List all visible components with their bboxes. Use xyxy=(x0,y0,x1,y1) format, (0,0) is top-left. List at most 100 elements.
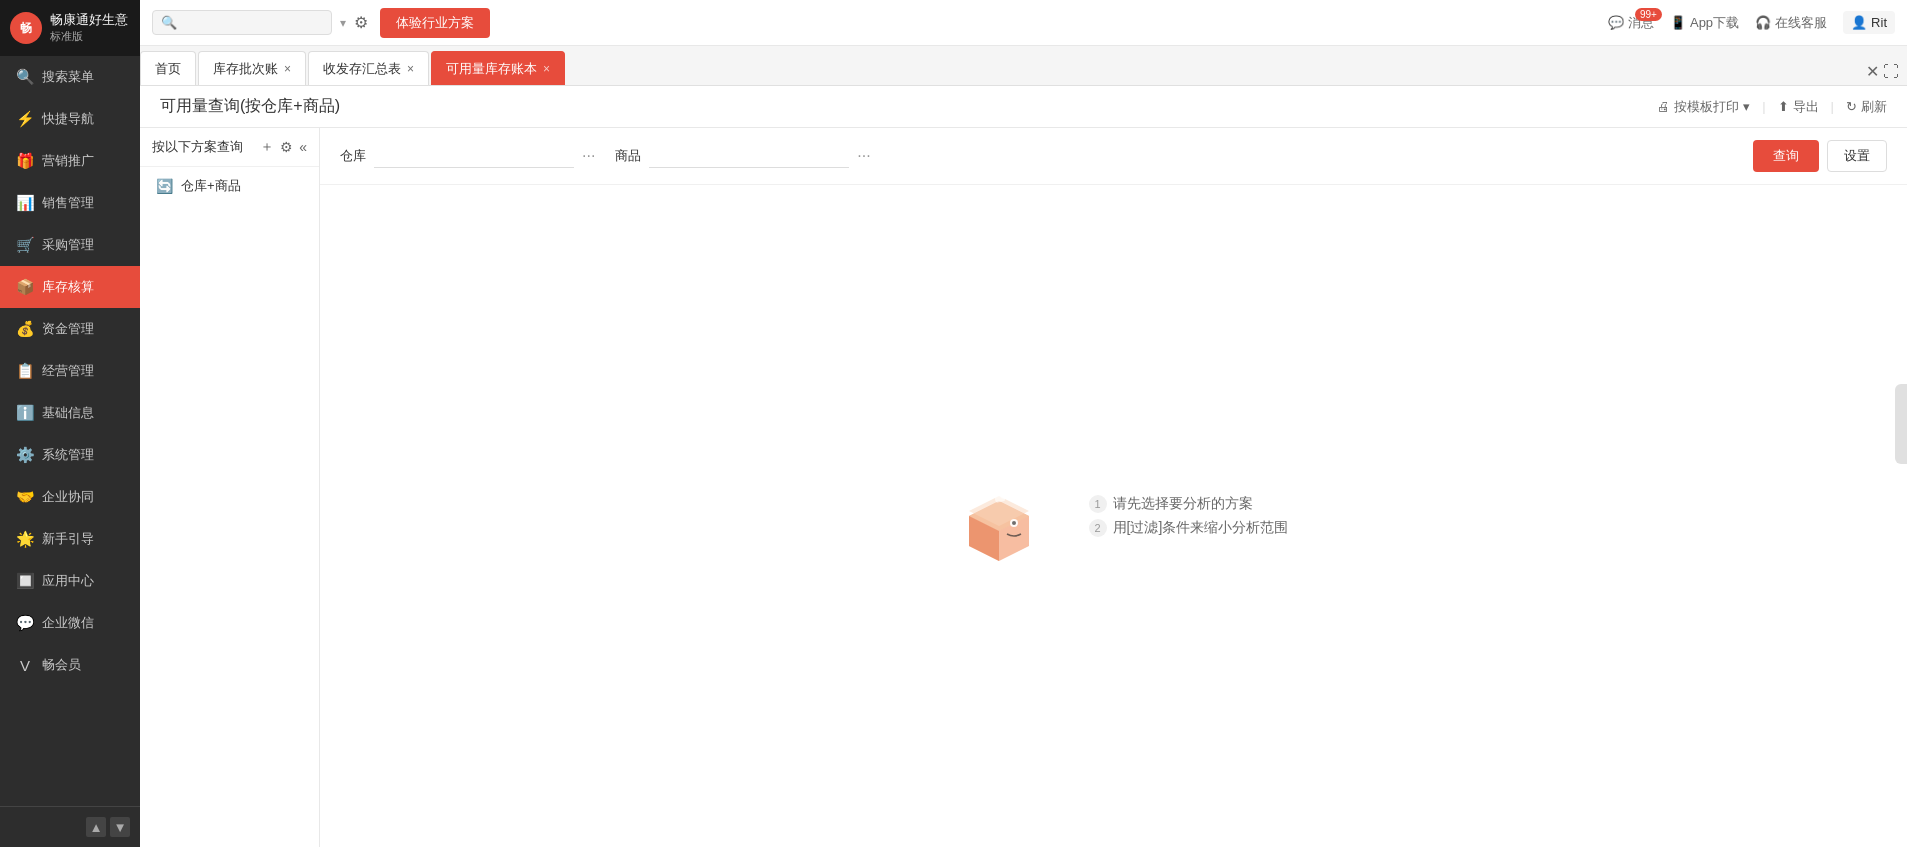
goods-dots[interactable]: ··· xyxy=(857,147,870,165)
sidebar-item-inventory[interactable]: 📦 库存核算 xyxy=(0,266,140,308)
query-button[interactable]: 查询 xyxy=(1753,140,1819,172)
tab-collect-summary[interactable]: 收发存汇总表 × xyxy=(308,51,429,85)
add-scheme-button[interactable]: ＋ xyxy=(260,138,274,156)
topbar-chevron-icon[interactable]: ▾ xyxy=(340,16,346,30)
export-icon: ⬆ xyxy=(1778,99,1789,114)
scheme-label: 按以下方案查询 xyxy=(152,138,243,156)
scheme-item-warehouse-goods[interactable]: 🔄 仓库+商品 xyxy=(140,167,319,205)
warehouse-dots[interactable]: ··· xyxy=(582,147,595,165)
tab-batch-account-close[interactable]: × xyxy=(284,62,291,76)
tab-batch-account-label: 库存批次账 xyxy=(213,60,278,78)
left-panel: 按以下方案查询 ＋ ⚙ « 🔄 仓库+商品 xyxy=(140,128,320,847)
tab-collect-summary-close[interactable]: × xyxy=(407,62,414,76)
tab-batch-account[interactable]: 库存批次账 × xyxy=(198,51,306,85)
finance-icon: 💰 xyxy=(16,320,34,338)
sidebar-item-quick-nav[interactable]: ⚡ 快捷导航 xyxy=(0,98,140,140)
app-center-icon: 🔲 xyxy=(16,572,34,590)
scheme-item-icon: 🔄 xyxy=(156,178,173,194)
sidebar-item-finance[interactable]: 💰 资金管理 xyxy=(0,308,140,350)
hint-text-2: 用[过滤]条件来缩小分析范围 xyxy=(1113,519,1289,537)
tabs-bar: 首页 库存批次账 × 收发存汇总表 × 可用量库存账本 × ✕ ⛶ xyxy=(140,46,1907,86)
sidebar-item-app-center[interactable]: 🔲 应用中心 xyxy=(0,560,140,602)
inventory-icon: 📦 xyxy=(16,278,34,296)
onboarding-icon: 🌟 xyxy=(16,530,34,548)
divider-1: | xyxy=(1762,99,1765,114)
right-panel: 仓库 ··· 商品 ··· 查询 设置 xyxy=(320,128,1907,847)
sidebar-scroll-down[interactable]: ▼ xyxy=(110,817,130,837)
divider-2: | xyxy=(1831,99,1834,114)
marketing-icon: 🎁 xyxy=(16,152,34,170)
filter-bar: 仓库 ··· 商品 ··· 查询 设置 xyxy=(320,128,1907,185)
wechat-icon: 💬 xyxy=(16,614,34,632)
sidebar-item-wechat[interactable]: 💬 企业微信 xyxy=(0,602,140,644)
message-icon: 💬 xyxy=(1608,15,1624,30)
main: 🔍 ▾ ⚙ 体验行业方案 💬 消息 99+ 📱 App下载 🎧 在线客服 👤 R xyxy=(140,0,1907,847)
hint-text-1: 请先选择要分析的方案 xyxy=(1113,495,1253,513)
sidebar-item-search[interactable]: 🔍 搜索菜单 xyxy=(0,56,140,98)
empty-illustration xyxy=(939,456,1059,576)
refresh-button[interactable]: ↻ 刷新 xyxy=(1846,98,1887,116)
tabs-actions: ✕ ⛶ xyxy=(1866,62,1907,85)
print-icon: 🖨 xyxy=(1657,99,1670,114)
settings-scheme-button[interactable]: ⚙ xyxy=(280,139,293,155)
sidebar-item-enterprise[interactable]: 🤝 企业协同 xyxy=(0,476,140,518)
sidebar-item-system[interactable]: ⚙️ 系统管理 xyxy=(0,434,140,476)
print-template-button[interactable]: 🖨 按模板打印 ▾ xyxy=(1657,98,1750,116)
page-header: 可用量查询(按仓库+商品) 🖨 按模板打印 ▾ | ⬆ 导出 | ↻ 刷新 xyxy=(140,86,1907,128)
collapse-panel-button[interactable]: « xyxy=(299,139,307,155)
operations-icon: 📋 xyxy=(16,362,34,380)
topbar-right: 💬 消息 99+ 📱 App下载 🎧 在线客服 👤 Rit xyxy=(1608,11,1895,34)
settings-button[interactable]: 设置 xyxy=(1827,140,1887,172)
topbar-user-btn[interactable]: 👤 Rit xyxy=(1843,11,1895,34)
app-label: App下载 xyxy=(1690,14,1739,32)
sidebar-scroll: 🔍 搜索菜单 ⚡ 快捷导航 🎁 营销推广 📊 销售管理 🛒 采购管理 📦 库存核… xyxy=(0,56,140,806)
goods-label: 商品 xyxy=(615,147,641,165)
sidebar-title: 畅康通好生意 xyxy=(50,12,128,29)
topbar-gear-icon[interactable]: ⚙ xyxy=(354,13,368,32)
hint-num-2: 2 xyxy=(1089,519,1107,537)
service-label: 在线客服 xyxy=(1775,14,1827,32)
tab-expand-action[interactable]: ⛶ xyxy=(1883,63,1899,81)
sidebar-item-basic-info[interactable]: ℹ️ 基础信息 xyxy=(0,392,140,434)
topbar-message-btn[interactable]: 💬 消息 99+ xyxy=(1608,14,1654,32)
sidebar-item-onboarding[interactable]: 🌟 新手引导 xyxy=(0,518,140,560)
sidebar: 畅 畅康通好生意 标准版 🔍 搜索菜单 ⚡ 快捷导航 🎁 营销推广 📊 销售管理… xyxy=(0,0,140,847)
sidebar-item-member[interactable]: V 畅会员 xyxy=(0,644,140,686)
content-area: 按以下方案查询 ＋ ⚙ « 🔄 仓库+商品 仓库 ··· xyxy=(140,128,1907,847)
sidebar-subtitle: 标准版 xyxy=(50,29,128,44)
tab-available-ledger[interactable]: 可用量库存账本 × xyxy=(431,51,565,85)
tab-available-ledger-close[interactable]: × xyxy=(543,62,550,76)
search-icon: 🔍 xyxy=(16,68,34,86)
page-title: 可用量查询(按仓库+商品) xyxy=(160,96,340,117)
sidebar-item-purchase[interactable]: 🛒 采购管理 xyxy=(0,224,140,266)
system-icon: ⚙️ xyxy=(16,446,34,464)
quick-nav-icon: ⚡ xyxy=(16,110,34,128)
tab-collect-summary-label: 收发存汇总表 xyxy=(323,60,401,78)
goods-input[interactable] xyxy=(649,144,849,168)
hint-num-1: 1 xyxy=(1089,495,1107,513)
topbar-search-icon: 🔍 xyxy=(161,15,177,30)
refresh-icon: ↻ xyxy=(1846,99,1857,114)
user-icon: 👤 xyxy=(1851,15,1867,30)
trial-industry-button[interactable]: 体验行业方案 xyxy=(380,8,490,38)
sidebar-item-sales[interactable]: 📊 销售管理 xyxy=(0,182,140,224)
sidebar-item-operations[interactable]: 📋 经营管理 xyxy=(0,350,140,392)
left-panel-actions: ＋ ⚙ « xyxy=(260,138,307,156)
export-button[interactable]: ⬆ 导出 xyxy=(1778,98,1819,116)
page-actions: 🖨 按模板打印 ▾ | ⬆ 导出 | ↻ 刷新 xyxy=(1657,98,1887,116)
topbar-customer-service-btn[interactable]: 🎧 在线客服 xyxy=(1755,14,1827,32)
sidebar-item-marketing[interactable]: 🎁 营销推广 xyxy=(0,140,140,182)
sidebar-scroll-up[interactable]: ▲ xyxy=(86,817,106,837)
tab-available-ledger-label: 可用量库存账本 xyxy=(446,60,537,78)
purchase-icon: 🛒 xyxy=(16,236,34,254)
scheme-item-label: 仓库+商品 xyxy=(181,177,241,195)
topbar-search-container: 🔍 xyxy=(152,10,332,35)
tab-home[interactable]: 首页 xyxy=(140,51,196,85)
basic-info-icon: ℹ️ xyxy=(16,404,34,422)
right-scroll-handle[interactable] xyxy=(1895,384,1907,464)
topbar-search-input[interactable] xyxy=(181,16,301,30)
warehouse-input[interactable] xyxy=(374,144,574,168)
sidebar-logo: 畅 xyxy=(10,12,42,44)
topbar-app-download-btn[interactable]: 📱 App下载 xyxy=(1670,14,1739,32)
tab-close-action[interactable]: ✕ xyxy=(1866,62,1879,81)
